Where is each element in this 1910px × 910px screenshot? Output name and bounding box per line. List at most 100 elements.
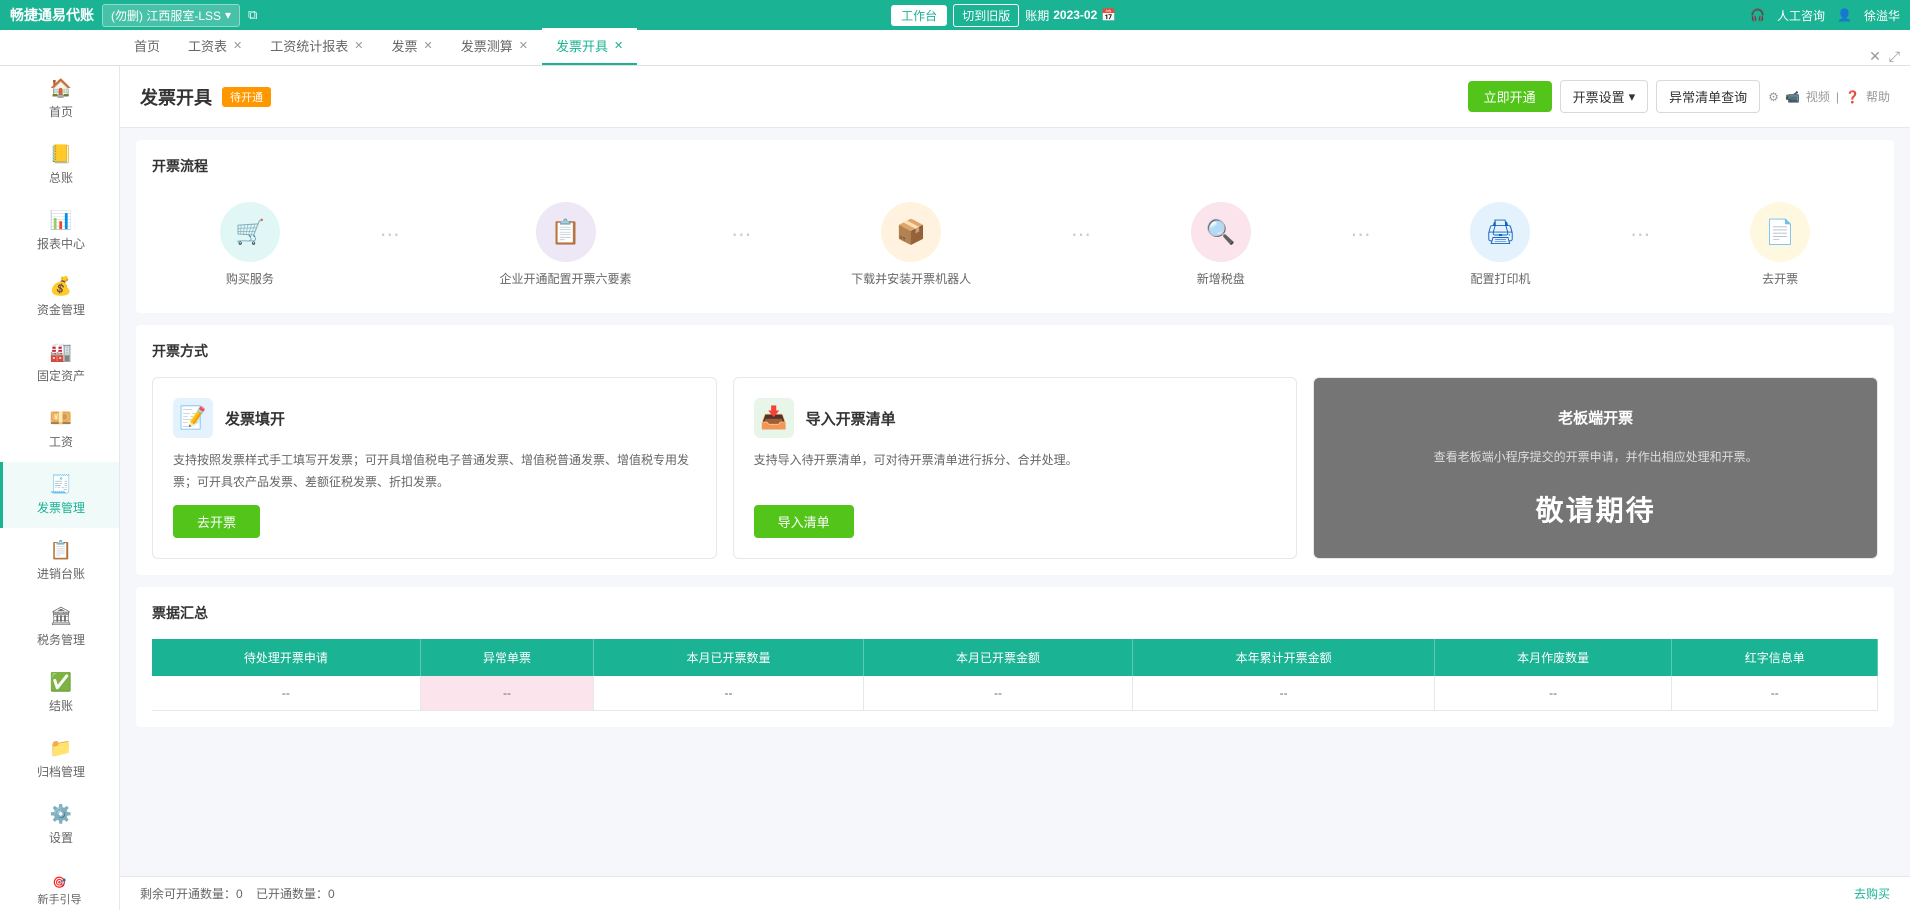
abnormal-query-button[interactable]: 异常清单查询 xyxy=(1656,80,1760,113)
step-buy-circle: 🛒 xyxy=(220,202,280,262)
step-config[interactable]: 📋 企业开通配置开票六要素 xyxy=(500,202,632,287)
td-pending: -- xyxy=(152,676,420,711)
step-buy[interactable]: 🛒 购买服务 xyxy=(220,202,280,287)
workbench-button[interactable]: 工作台 xyxy=(891,5,947,26)
help-icon[interactable]: ❓ xyxy=(1845,90,1860,104)
calendar-icon[interactable]: 📅 xyxy=(1101,8,1116,22)
sidebar-item-settle[interactable]: ✅ 结账 xyxy=(0,660,119,726)
sidebar-item-payroll[interactable]: 💴 工资 xyxy=(0,396,119,462)
th-month-amount: 本月已开票金额 xyxy=(863,639,1133,676)
summary-section: 票据汇总 待处理开票申请 异常单票 本月已开票数量 本月已开票金额 本年累计开票… xyxy=(136,587,1894,727)
close-tab-icon[interactable]: ✕ xyxy=(1869,48,1881,65)
tab-payroll-close[interactable]: ✕ xyxy=(233,39,242,52)
tab-payroll-report[interactable]: 工资统计报表 ✕ xyxy=(256,28,377,65)
funds-icon: 💰 xyxy=(50,276,72,297)
tab-invoice-issue-close[interactable]: ✕ xyxy=(614,39,623,52)
open-settings-button[interactable]: 开票设置 ▾ xyxy=(1560,80,1649,113)
sidebar-item-tax[interactable]: 🏛 税务管理 xyxy=(0,594,119,660)
buy-link[interactable]: 去购买 xyxy=(1854,885,1890,902)
tax-icon: 🏛 xyxy=(50,606,73,627)
method-manual-icon: 📝 xyxy=(173,398,213,438)
step-issue-circle: 📄 xyxy=(1750,202,1810,262)
divider: | xyxy=(1836,90,1839,104)
arrow-2: ⋯ xyxy=(731,222,751,267)
tab-invoice-issue[interactable]: 发票开具 ✕ xyxy=(542,28,637,65)
reports-icon: 📊 xyxy=(50,210,72,231)
support-label[interactable]: 人工咨询 xyxy=(1777,7,1825,24)
user-name[interactable]: 徐溢华 xyxy=(1864,7,1900,24)
step-buy-label: 购买服务 xyxy=(226,270,274,287)
sidebar-reports-label: 报表中心 xyxy=(37,235,85,252)
step-taxdisk[interactable]: 🔍 新增税盘 xyxy=(1191,202,1251,287)
settle-icon: ✅ xyxy=(50,672,72,693)
app-logo: 畅捷通易代账 xyxy=(10,5,94,25)
open-settings-label: 开票设置 xyxy=(1573,87,1625,106)
guide-icon: 🎯 xyxy=(53,876,67,889)
top-bar-center: 工作台 切到旧版 账期 2023-02 📅 xyxy=(891,4,1116,27)
tab-payroll-report-label: 工资统计报表 xyxy=(270,36,348,55)
video-help-icon[interactable]: 📹 xyxy=(1785,90,1800,104)
sidebar-item-funds[interactable]: 💰 资金管理 xyxy=(0,264,119,330)
sidebar-guide[interactable]: 🎯 新手引导 xyxy=(0,868,119,910)
method-import-card: 📥 导入开票清单 支持导入待开票清单，可对待开票清单进行拆分、合并处理。 导入清… xyxy=(733,377,1298,559)
step-printer-circle: 🖨 xyxy=(1470,202,1530,262)
tab-home[interactable]: 首页 xyxy=(120,28,174,65)
sidebar-item-invoice[interactable]: 🧾 发票管理 xyxy=(0,462,119,528)
copy-icon[interactable]: ⧉ xyxy=(248,7,257,23)
old-version-button[interactable]: 切到旧版 xyxy=(953,4,1019,27)
tab-invoice-calc[interactable]: 发票测算 ✕ xyxy=(447,28,542,65)
period-label: 账期 xyxy=(1025,7,1049,24)
sidebar-invoice-label: 发票管理 xyxy=(37,499,85,516)
sidebar-item-home[interactable]: 🏠 首页 xyxy=(0,66,119,132)
sidebar-item-archive[interactable]: 📁 归档管理 xyxy=(0,726,119,792)
tab-invoice-close[interactable]: ✕ xyxy=(424,39,433,52)
sidebar-item-reports[interactable]: 📊 报表中心 xyxy=(0,198,119,264)
help-label: 帮助 xyxy=(1866,88,1890,105)
import-invoice-button[interactable]: 导入清单 xyxy=(754,505,854,538)
tab-invoice[interactable]: 发票 ✕ xyxy=(377,28,446,65)
period-info: 账期 2023-02 📅 xyxy=(1025,7,1116,24)
summary-title: 票据汇总 xyxy=(152,603,1878,623)
sidebar-bottom: 🎯 新手引导 👑 畅会员 📌 取消固定 xyxy=(0,858,119,910)
video-help-label: 视频 xyxy=(1806,88,1830,105)
opened-count: 已开通数量：0 xyxy=(256,887,335,901)
sidebar-ledger-label: 总账 xyxy=(49,169,73,186)
tab-invoice-calc-close[interactable]: ✕ xyxy=(519,39,528,52)
main-layout: 🏠 首页 📒 总账 📊 报表中心 💰 资金管理 🏭 固定资产 💴 工资 🧾 发票… xyxy=(0,66,1910,910)
top-bar-right: 🎧 人工咨询 👤 徐溢华 xyxy=(1750,7,1900,24)
tab-payroll-report-close[interactable]: ✕ xyxy=(354,39,363,52)
th-void-count: 本月作废数量 xyxy=(1434,639,1672,676)
step-download-label: 下载并安装开票机器人 xyxy=(851,270,971,287)
step-printer[interactable]: 🖨 配置打印机 xyxy=(1470,202,1530,287)
manual-invoice-button[interactable]: 去开票 xyxy=(173,505,260,538)
sidebar-item-settings[interactable]: ⚙️ 设置 xyxy=(0,792,119,858)
invoice-icon: 🧾 xyxy=(50,474,72,495)
restore-icon[interactable]: ⤢ xyxy=(1889,48,1900,65)
page-header: 发票开具 待开通 立即开通 开票设置 ▾ 异常清单查询 ⚙ 📹 视频 | ❓ 帮… xyxy=(120,66,1910,128)
methods-section: 开票方式 📝 发票填开 支持按照发票样式手工填写开发票；可开具增值税电子普通发票… xyxy=(136,325,1894,575)
sidebar-item-purchase[interactable]: 📋 进销台账 xyxy=(0,528,119,594)
th-abnormal: 异常单票 xyxy=(420,639,593,676)
assets-icon: 🏭 xyxy=(50,342,72,363)
tab-bar: 首页 工资表 ✕ 工资统计报表 ✕ 发票 ✕ 发票测算 ✕ 发票开具 ✕ ✕ ⤢ xyxy=(0,30,1910,66)
tab-invoice-issue-label: 发票开具 xyxy=(556,36,608,55)
arrow-4: ⋯ xyxy=(1351,222,1371,267)
archive-icon: 📁 xyxy=(50,738,72,759)
tab-payroll[interactable]: 工资表 ✕ xyxy=(174,28,256,65)
sidebar-funds-label: 资金管理 xyxy=(37,301,85,318)
company-selector[interactable]: (勿删) 江西服室-LSS ▾ xyxy=(102,4,240,27)
method-manual-title: 发票填开 xyxy=(225,408,285,429)
step-issue[interactable]: 📄 去开票 xyxy=(1750,202,1810,287)
step-download-circle: 📦 xyxy=(881,202,941,262)
open-now-button[interactable]: 立即开通 xyxy=(1468,81,1552,112)
step-download[interactable]: 📦 下载并安装开票机器人 xyxy=(851,202,971,287)
settings-icon2: ⚙ xyxy=(1768,90,1779,104)
method-import-icon: 📥 xyxy=(754,398,794,438)
sidebar-payroll-label: 工资 xyxy=(49,433,73,450)
methods-title: 开票方式 xyxy=(152,341,1878,361)
period-value: 2023-02 xyxy=(1053,8,1097,22)
summary-data-row: -- -- -- -- -- -- -- xyxy=(152,676,1878,711)
sidebar-item-assets[interactable]: 🏭 固定资产 xyxy=(0,330,119,396)
sidebar-item-ledger[interactable]: 📒 总账 xyxy=(0,132,119,198)
chevron-down-icon: ▾ xyxy=(225,8,231,22)
